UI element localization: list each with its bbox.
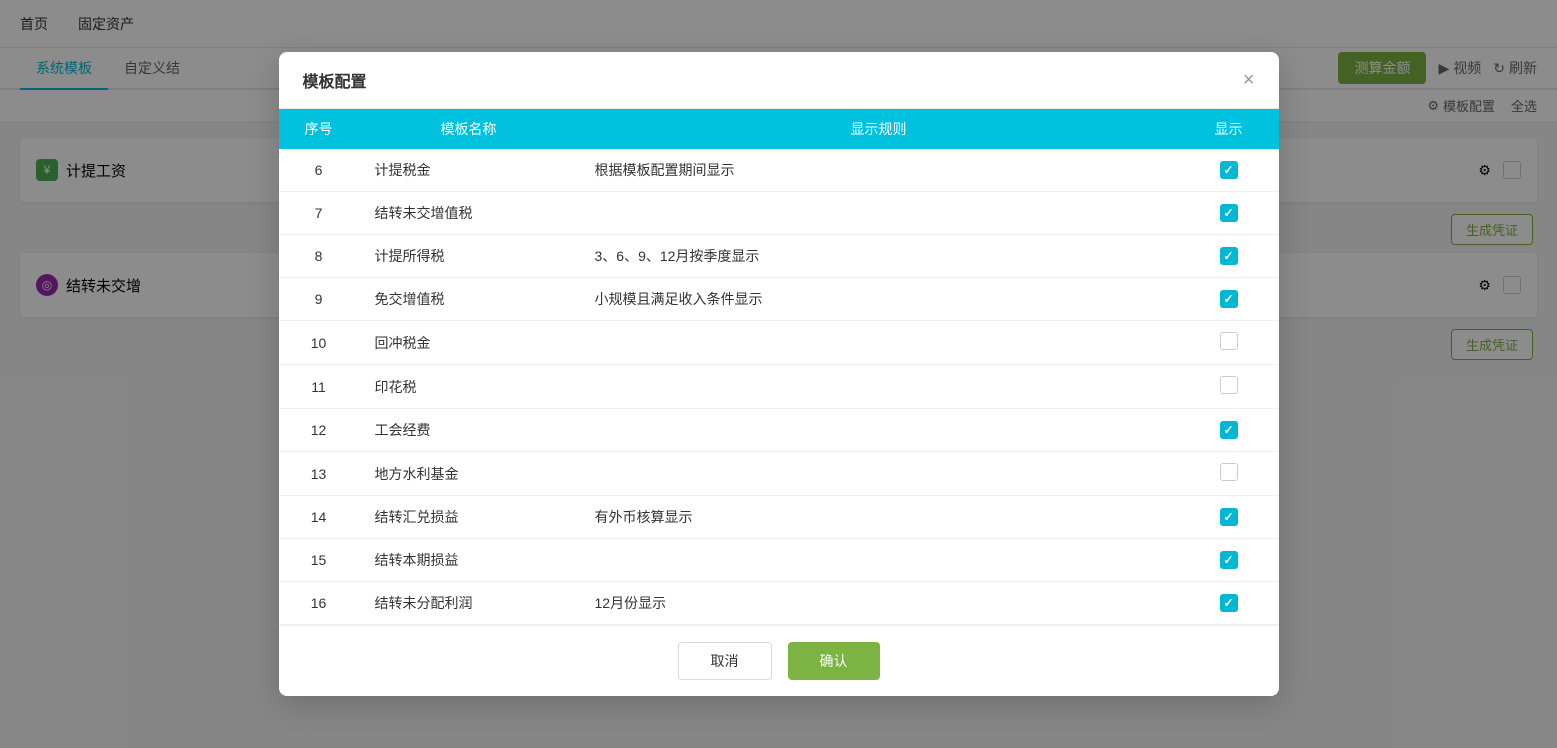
row-num: 14 bbox=[279, 496, 359, 539]
row-name: 结转本期损益 bbox=[359, 539, 579, 582]
row-name: 工会经费 bbox=[359, 409, 579, 452]
row-rule bbox=[579, 539, 1179, 582]
row-name: 计提所得税 bbox=[359, 235, 579, 278]
row-display[interactable] bbox=[1179, 321, 1279, 365]
modal-footer: 取消 确认 bbox=[279, 625, 1279, 696]
row-rule bbox=[579, 409, 1179, 452]
table-row: 10回冲税金 bbox=[279, 321, 1279, 365]
row-display[interactable] bbox=[1179, 278, 1279, 321]
row-num: 12 bbox=[279, 409, 359, 452]
row-rule: 小规模且满足收入条件显示 bbox=[579, 278, 1179, 321]
row-display[interactable] bbox=[1179, 235, 1279, 278]
col-num: 序号 bbox=[279, 109, 359, 149]
row-rule: 12月份显示 bbox=[579, 582, 1179, 625]
row-name: 结转未分配利润 bbox=[359, 582, 579, 625]
table-row: 6计提税金根据模板配置期间显示 bbox=[279, 149, 1279, 192]
row-rule bbox=[579, 452, 1179, 496]
modal-overlay: 模板配置 × 序号 模板名称 显示规则 显示 6计提税金根据模板配置期间 bbox=[0, 0, 1557, 748]
modal-table: 序号 模板名称 显示规则 显示 6计提税金根据模板配置期间显示7结转未交增值税8… bbox=[279, 109, 1279, 625]
row-display[interactable] bbox=[1179, 365, 1279, 409]
row-num: 15 bbox=[279, 539, 359, 582]
row-num: 8 bbox=[279, 235, 359, 278]
col-display: 显示 bbox=[1179, 109, 1279, 149]
row-display[interactable] bbox=[1179, 582, 1279, 625]
row-num: 7 bbox=[279, 192, 359, 235]
row-num: 10 bbox=[279, 321, 359, 365]
row-display[interactable] bbox=[1179, 409, 1279, 452]
checkbox-checked[interactable] bbox=[1220, 421, 1238, 439]
row-display[interactable] bbox=[1179, 149, 1279, 192]
row-display[interactable] bbox=[1179, 539, 1279, 582]
modal-table-body: 序号 模板名称 显示规则 显示 6计提税金根据模板配置期间显示7结转未交增值税8… bbox=[279, 109, 1279, 625]
row-rule bbox=[579, 365, 1179, 409]
table-row: 15结转本期损益 bbox=[279, 539, 1279, 582]
row-rule: 根据模板配置期间显示 bbox=[579, 149, 1179, 192]
table-row: 12工会经费 bbox=[279, 409, 1279, 452]
table-row: 14结转汇兑损益有外币核算显示 bbox=[279, 496, 1279, 539]
checkbox-checked[interactable] bbox=[1220, 247, 1238, 265]
checkbox-checked[interactable] bbox=[1220, 290, 1238, 308]
row-name: 计提税金 bbox=[359, 149, 579, 192]
row-name: 结转汇兑损益 bbox=[359, 496, 579, 539]
row-name: 印花税 bbox=[359, 365, 579, 409]
col-rule: 显示规则 bbox=[579, 109, 1179, 149]
row-num: 13 bbox=[279, 452, 359, 496]
row-num: 6 bbox=[279, 149, 359, 192]
row-num: 16 bbox=[279, 582, 359, 625]
modal: 模板配置 × 序号 模板名称 显示规则 显示 6计提税金根据模板配置期间 bbox=[279, 52, 1279, 696]
confirm-button[interactable]: 确认 bbox=[788, 642, 880, 680]
modal-close-button[interactable]: × bbox=[1243, 70, 1255, 90]
checkbox-checked[interactable] bbox=[1220, 508, 1238, 526]
checkbox-unchecked[interactable] bbox=[1220, 332, 1238, 350]
checkbox-checked[interactable] bbox=[1220, 161, 1238, 179]
modal-header: 模板配置 × bbox=[279, 52, 1279, 109]
row-name: 地方水利基金 bbox=[359, 452, 579, 496]
cancel-button[interactable]: 取消 bbox=[678, 642, 772, 680]
modal-title: 模板配置 bbox=[303, 68, 367, 92]
table-row: 16结转未分配利润12月份显示 bbox=[279, 582, 1279, 625]
checkbox-checked[interactable] bbox=[1220, 551, 1238, 569]
row-name: 回冲税金 bbox=[359, 321, 579, 365]
background-page: 首页 固定资产 系统模板 自定义结 测算金额 ▶ 视频 ↻ 刷新 ⚙ 模板配置 … bbox=[0, 0, 1557, 748]
row-rule bbox=[579, 192, 1179, 235]
table-row: 11印花税 bbox=[279, 365, 1279, 409]
checkbox-checked[interactable] bbox=[1220, 204, 1238, 222]
row-rule: 3、6、9、12月按季度显示 bbox=[579, 235, 1179, 278]
checkbox-unchecked[interactable] bbox=[1220, 376, 1238, 394]
row-rule: 有外币核算显示 bbox=[579, 496, 1179, 539]
row-display[interactable] bbox=[1179, 192, 1279, 235]
col-name: 模板名称 bbox=[359, 109, 579, 149]
row-name: 结转未交增值税 bbox=[359, 192, 579, 235]
checkbox-unchecked[interactable] bbox=[1220, 463, 1238, 481]
table-row: 8计提所得税3、6、9、12月按季度显示 bbox=[279, 235, 1279, 278]
row-display[interactable] bbox=[1179, 452, 1279, 496]
table-row: 9免交增值税小规模且满足收入条件显示 bbox=[279, 278, 1279, 321]
table-row: 7结转未交增值税 bbox=[279, 192, 1279, 235]
row-rule bbox=[579, 321, 1179, 365]
table-row: 13地方水利基金 bbox=[279, 452, 1279, 496]
row-display[interactable] bbox=[1179, 496, 1279, 539]
checkbox-checked[interactable] bbox=[1220, 594, 1238, 612]
row-num: 9 bbox=[279, 278, 359, 321]
table-header-row: 序号 模板名称 显示规则 显示 bbox=[279, 109, 1279, 149]
row-name: 免交增值税 bbox=[359, 278, 579, 321]
row-num: 11 bbox=[279, 365, 359, 409]
